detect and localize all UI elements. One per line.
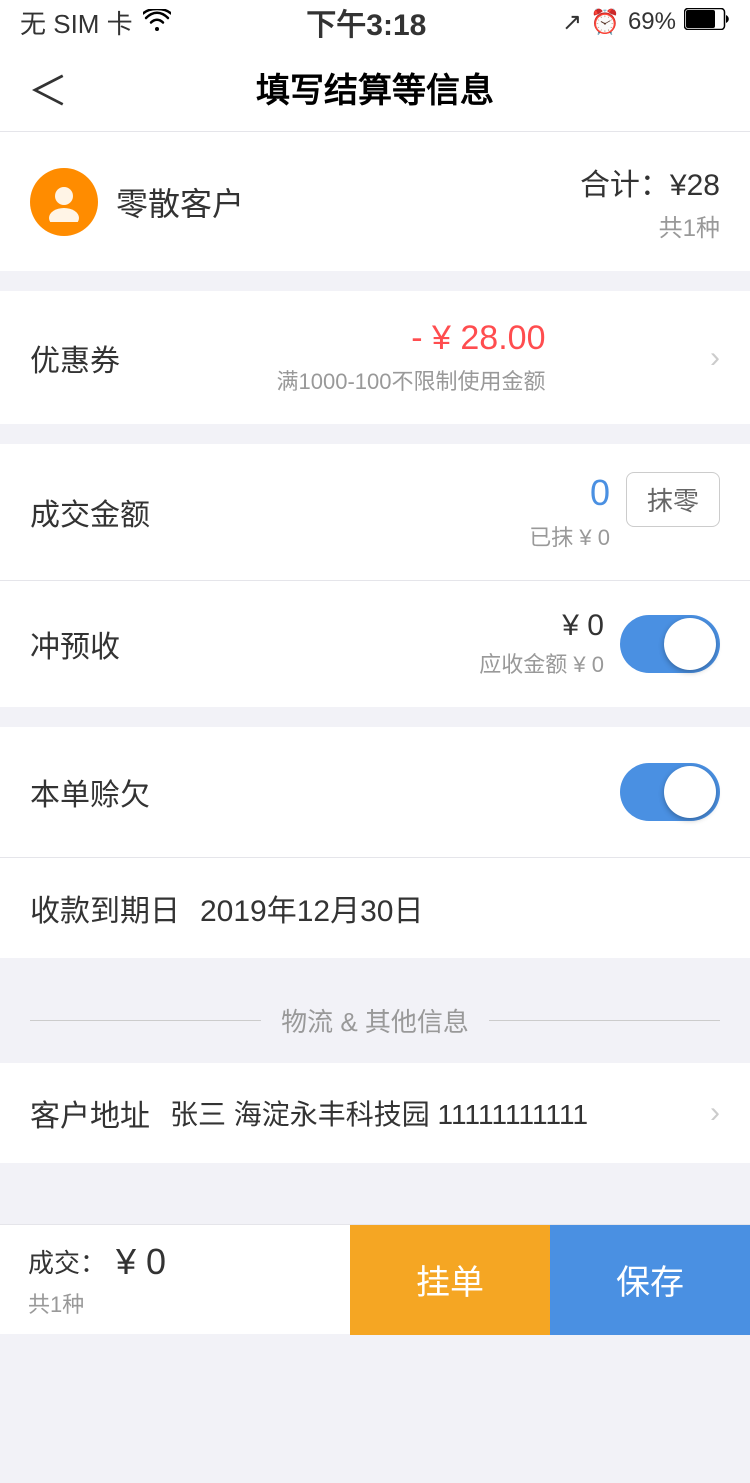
logistics-line-left (30, 1020, 261, 1021)
time-display: 下午3:18 (306, 0, 426, 44)
amount-input[interactable]: 0 (550, 472, 610, 514)
address-chevron-icon: › (710, 1096, 720, 1130)
customer-total: 合计：¥28 (580, 160, 720, 204)
pre-receive-values: ¥ 0 应收金额 ¥ 0 (479, 609, 604, 679)
divider-1 (0, 271, 750, 291)
address-row[interactable]: 客户地址 张三 海淀永丰科技园 11111111111 › (0, 1063, 750, 1163)
due-date-label: 收款到期日 (30, 886, 180, 930)
bottom-count: 共1种 (28, 1287, 322, 1319)
pre-receive-right: ¥ 0 应收金额 ¥ 0 (479, 609, 720, 679)
pre-receive-row: 冲预收 ¥ 0 应收金额 ¥ 0 (0, 580, 750, 707)
customer-left: 零散客户 (30, 168, 244, 236)
amount-section: 成交金额 0 已抹 ¥ 0 抹零 冲预收 ¥ 0 应收金额 ¥ 0 (0, 444, 750, 707)
pre-receive-amount: ¥ 0 (479, 609, 604, 643)
carrier-text: 无 SIM 卡 (20, 4, 133, 41)
pre-receive-label: 冲预收 (30, 622, 120, 666)
address-value: 张三 海淀永丰科技园 11111111111 (170, 1093, 702, 1133)
amount-right: 0 已抹 ¥ 0 抹零 (529, 472, 720, 552)
divider-4 (0, 958, 750, 978)
nav-bar: ＜ 填写结算等信息 (0, 44, 750, 132)
coupon-chevron-icon: › (710, 341, 720, 375)
divider-2 (0, 424, 750, 444)
alarm-icon: ⏰ (590, 8, 620, 37)
due-date-row: 收款到期日 2019年12月30日 (0, 857, 750, 958)
location-icon: ↗ (562, 8, 582, 37)
logistics-title: 物流 & 其他信息 (281, 1002, 469, 1039)
debt-row: 本单赊欠 (0, 727, 750, 857)
logistics-header: 物流 & 其他信息 (0, 978, 750, 1063)
coupon-desc: 满1000-100不限制使用金额 (277, 364, 546, 396)
debt-label: 本单赊欠 (30, 770, 150, 814)
status-right: ↗ ⏰ 69% (562, 8, 730, 37)
back-button[interactable]: ＜ (28, 59, 68, 117)
save-button[interactable]: 保存 (550, 1225, 750, 1335)
coupon-row[interactable]: 优惠券 - ¥ 28.00 满1000-100不限制使用金额 › (0, 291, 750, 424)
due-date-value: 2019年12月30日 (200, 886, 423, 930)
battery-icon (684, 8, 730, 37)
address-label: 客户地址 (30, 1091, 150, 1135)
amount-row: 成交金额 0 已抹 ¥ 0 抹零 (0, 444, 750, 580)
bottom-info: 成交： ¥ 0 共1种 (0, 1241, 350, 1319)
bottom-deal-amount: ¥ 0 (116, 1241, 166, 1283)
coupon-label: 优惠券 (30, 336, 120, 380)
amount-sub: 已抹 ¥ 0 (529, 520, 610, 552)
wifi-icon (143, 7, 171, 38)
bottom-bar: 成交： ¥ 0 共1种 挂单 保存 (0, 1224, 750, 1334)
customer-count: 共1种 (580, 208, 720, 243)
customer-section: 零散客户 合计：¥28 共1种 (0, 132, 750, 271)
status-bar: 无 SIM 卡 下午3:18 ↗ ⏰ 69% (0, 0, 750, 44)
battery-text: 69% (628, 8, 676, 36)
address-section: 客户地址 张三 海淀永丰科技园 11111111111 › (0, 1063, 750, 1163)
customer-avatar (30, 168, 98, 236)
status-left: 无 SIM 卡 (20, 4, 171, 41)
pre-receive-toggle[interactable] (620, 615, 720, 673)
coupon-value: - ¥ 28.00 (277, 319, 546, 358)
toggle-knob (664, 618, 716, 670)
amount-label: 成交金额 (30, 490, 150, 534)
customer-right: 合计：¥28 共1种 (580, 160, 720, 243)
debt-toggle[interactable] (620, 763, 720, 821)
customer-name: 零散客户 (116, 179, 244, 225)
debt-section: 本单赊欠 收款到期日 2019年12月30日 (0, 727, 750, 958)
round-zero-button[interactable]: 抹零 (626, 472, 720, 527)
address-right: › (702, 1096, 720, 1130)
amount-value-wrap: 0 已抹 ¥ 0 (529, 472, 610, 552)
bottom-deal-label: 成交： (28, 1243, 106, 1280)
coupon-section: 优惠券 - ¥ 28.00 满1000-100不限制使用金额 › (0, 291, 750, 424)
logistics-line-right (489, 1020, 720, 1021)
divider-3 (0, 707, 750, 727)
debt-toggle-knob (664, 766, 716, 818)
bottom-deal: 成交： ¥ 0 (28, 1241, 322, 1283)
page-title: 填写结算等信息 (256, 63, 494, 112)
hold-button[interactable]: 挂单 (350, 1225, 550, 1335)
pre-receive-sub: 应收金额 ¥ 0 (479, 647, 604, 679)
coupon-right: - ¥ 28.00 满1000-100不限制使用金额 (277, 319, 546, 396)
